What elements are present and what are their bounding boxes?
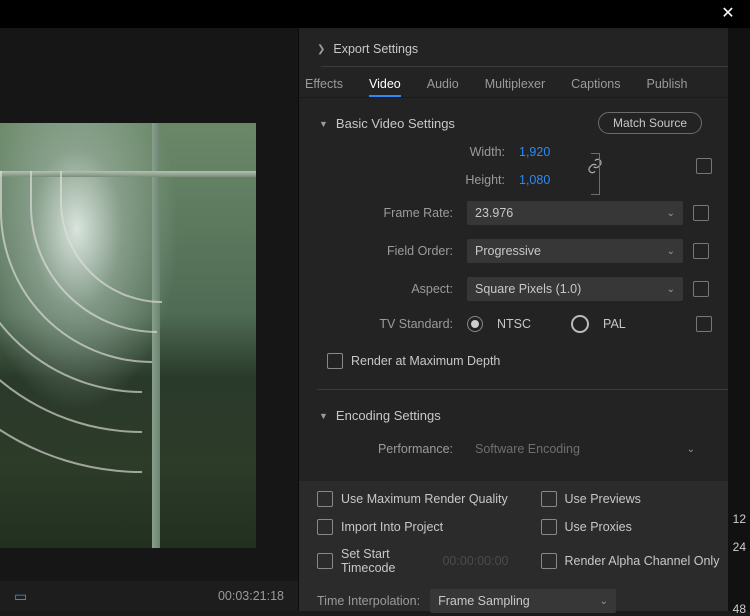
- max-depth-checkbox[interactable]: [327, 353, 343, 369]
- width-value[interactable]: 1,920: [519, 145, 561, 159]
- height-label: Height:: [453, 173, 519, 187]
- tvstandard-lock-checkbox[interactable]: [696, 316, 712, 332]
- pal-label: PAL: [603, 317, 626, 331]
- triangle-down-icon: ▼: [319, 411, 328, 421]
- tab-bar: Effects Video Audio Multiplexer Captions…: [299, 73, 750, 98]
- framerate-dropdown[interactable]: 23.976 ⌄: [467, 201, 683, 225]
- link-icon[interactable]: [587, 158, 627, 174]
- title-bar: ✕: [0, 0, 750, 28]
- encoding-section: ▼ Encoding Settings Performance: Softwar…: [299, 396, 750, 467]
- use-proxies-label: Use Proxies: [565, 520, 632, 534]
- time-interpolation-label: Time Interpolation:: [317, 594, 420, 608]
- edge-num: 24: [733, 540, 746, 554]
- tvstandard-label: TV Standard:: [319, 317, 467, 331]
- framerate-value: 23.976: [475, 206, 513, 220]
- use-previews-checkbox[interactable]: [541, 491, 557, 507]
- height-value[interactable]: 1,080: [519, 173, 561, 187]
- framerate-label: Frame Rate:: [319, 206, 467, 220]
- tab-publish[interactable]: Publish: [647, 73, 688, 97]
- render-alpha-checkbox[interactable]: [541, 553, 557, 569]
- encoding-title: Encoding Settings: [336, 408, 441, 423]
- time-interpolation-dropdown[interactable]: Frame Sampling ⌄: [430, 589, 616, 613]
- time-interpolation-value: Frame Sampling: [438, 594, 530, 608]
- tab-multiplexer[interactable]: Multiplexer: [485, 73, 545, 97]
- tab-video[interactable]: Video: [369, 73, 401, 97]
- chevron-right-icon: ❯: [317, 44, 325, 55]
- aspect-label: Aspect:: [319, 282, 467, 296]
- preview-image: [0, 123, 256, 548]
- settings-lower: Use Maximum Render Quality Use Previews …: [298, 481, 750, 611]
- performance-value: Software Encoding: [475, 442, 580, 456]
- close-icon[interactable]: ✕: [720, 6, 736, 22]
- tab-audio[interactable]: Audio: [427, 73, 459, 97]
- import-project-checkbox[interactable]: [317, 519, 333, 535]
- fieldorder-value: Progressive: [475, 244, 541, 258]
- edge-num: 48: [733, 602, 746, 616]
- aspect-value: Square Pixels (1.0): [475, 282, 581, 296]
- framerate-lock-checkbox[interactable]: [693, 205, 709, 221]
- fit-icon[interactable]: ▭: [14, 588, 27, 605]
- aspect-lock-checkbox[interactable]: [693, 281, 709, 297]
- performance-label: Performance:: [319, 442, 467, 456]
- set-start-tc-label: Set Start Timecode: [341, 547, 430, 575]
- settings-upper: ❯ Export Settings Effects Video Audio Mu…: [298, 28, 750, 481]
- chevron-down-icon: ⌄: [687, 444, 695, 455]
- settings-scroll: ▼ Basic Video Settings Match Source Widt…: [299, 98, 750, 481]
- triangle-down-icon: ▼: [319, 119, 328, 129]
- set-start-tc-checkbox[interactable]: [317, 553, 333, 569]
- width-label: Width:: [453, 145, 519, 159]
- chevron-down-icon: ⌄: [667, 284, 675, 295]
- ntsc-radio[interactable]: NTSC: [467, 316, 531, 332]
- use-proxies-checkbox-row[interactable]: Use Proxies: [541, 519, 733, 535]
- start-tc-value: 00:00:00:00: [442, 554, 508, 568]
- max-render-quality-label: Use Maximum Render Quality: [341, 492, 508, 506]
- basic-video-title: Basic Video Settings: [336, 116, 455, 131]
- basic-video-section: ▼ Basic Video Settings Match Source Widt…: [299, 98, 750, 396]
- tab-captions[interactable]: Captions: [571, 73, 620, 97]
- export-settings-header[interactable]: ❯ Export Settings: [299, 28, 750, 66]
- render-alpha-label: Render Alpha Channel Only: [565, 554, 720, 568]
- edge-num: 12: [733, 512, 746, 526]
- import-project-label: Import Into Project: [341, 520, 443, 534]
- chevron-down-icon: ⌄: [667, 208, 675, 219]
- import-project-checkbox-row[interactable]: Import Into Project: [317, 519, 509, 535]
- render-alpha-checkbox-row[interactable]: Render Alpha Channel Only: [541, 547, 733, 575]
- main-columns: ▭ 00:03:21:18 ❯ Export Settings Effects …: [0, 28, 750, 611]
- preview-pane: ▭ 00:03:21:18: [0, 28, 298, 611]
- use-previews-label: Use Previews: [565, 492, 641, 506]
- right-edge-strip: 12 24 48: [728, 28, 750, 611]
- max-render-quality-checkbox-row[interactable]: Use Maximum Render Quality: [317, 491, 509, 507]
- use-proxies-checkbox[interactable]: [541, 519, 557, 535]
- fieldorder-lock-checkbox[interactable]: [693, 243, 709, 259]
- timecode-display: 00:03:21:18: [218, 589, 284, 603]
- export-settings-title: Export Settings: [333, 42, 418, 56]
- tab-effects[interactable]: Effects: [305, 73, 343, 97]
- fieldorder-dropdown[interactable]: Progressive ⌄: [467, 239, 683, 263]
- use-previews-checkbox-row[interactable]: Use Previews: [541, 491, 733, 507]
- set-start-tc-checkbox-row[interactable]: Set Start Timecode 00:00:00:00: [317, 547, 509, 575]
- preview-footer: ▭ 00:03:21:18: [0, 581, 298, 611]
- wh-lock-checkbox[interactable]: [696, 158, 712, 174]
- max-depth-label: Render at Maximum Depth: [351, 354, 500, 368]
- aspect-dropdown[interactable]: Square Pixels (1.0) ⌄: [467, 277, 683, 301]
- match-source-button[interactable]: Match Source: [598, 112, 702, 134]
- chevron-down-icon: ⌄: [667, 246, 675, 257]
- performance-dropdown[interactable]: Software Encoding ⌄: [467, 437, 703, 461]
- settings-pane: ❯ Export Settings Effects Video Audio Mu…: [298, 28, 750, 611]
- ntsc-label: NTSC: [497, 317, 531, 331]
- chevron-down-icon: ⌄: [600, 596, 608, 607]
- encoding-header[interactable]: ▼ Encoding Settings: [319, 408, 712, 423]
- pal-radio[interactable]: PAL: [571, 315, 626, 333]
- fieldorder-label: Field Order:: [319, 244, 467, 258]
- max-render-quality-checkbox[interactable]: [317, 491, 333, 507]
